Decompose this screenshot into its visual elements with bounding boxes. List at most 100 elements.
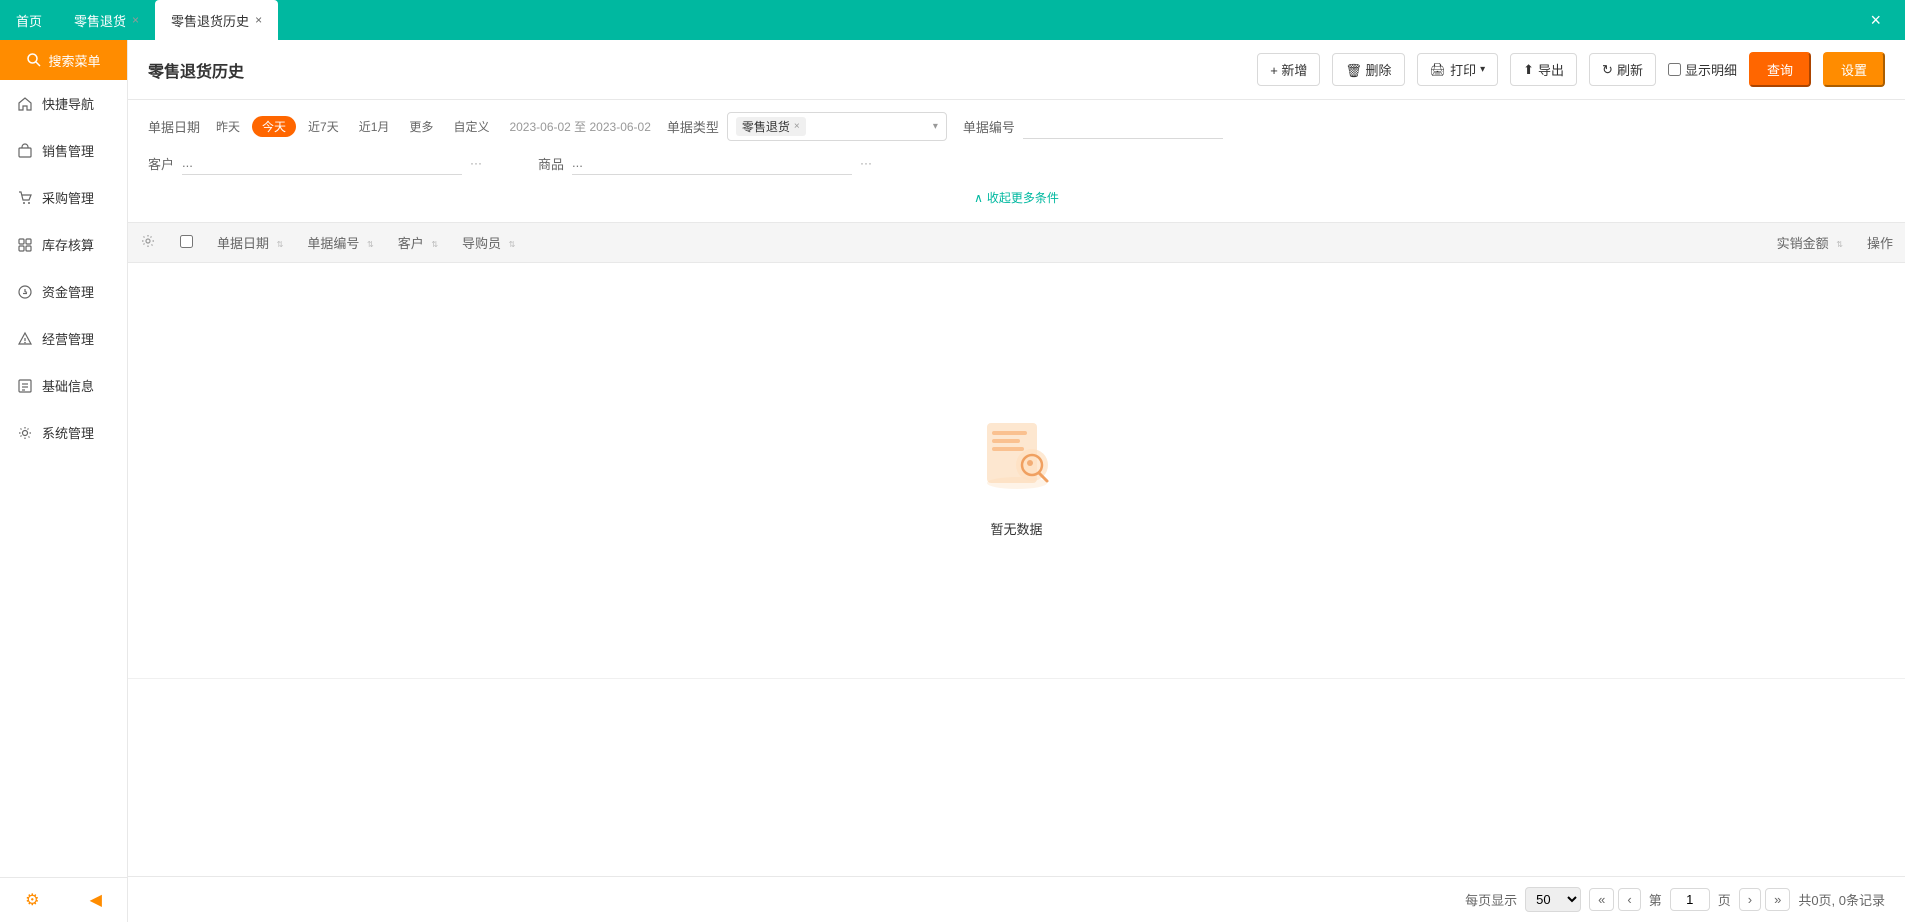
date-btn-custom[interactable]: 自定义 <box>445 116 497 137</box>
window-close-button[interactable]: × <box>1862 10 1889 31</box>
type-tag: 零售退货 × <box>736 117 806 136</box>
goods-ellipsis-icon[interactable]: ··· <box>860 156 872 170</box>
sidebar-search[interactable]: 搜索菜单 <box>0 40 127 80</box>
th-checkbox[interactable] <box>168 223 205 263</box>
th-order-no[interactable]: 单据编号 ⇅ <box>295 223 385 263</box>
export-button[interactable]: ⬆ 导出 <box>1510 53 1577 86</box>
refresh-button[interactable]: ↻ 刷新 <box>1589 53 1656 86</box>
collapse-filter-button[interactable]: ∧ 收起更多条件 <box>962 185 1071 210</box>
th-customer-sort-icon: ⇅ <box>431 240 438 249</box>
operation-icon <box>16 330 34 348</box>
order-num-input[interactable] <box>1023 115 1223 139</box>
table-header-row: 单据日期 ⇅ 单据编号 ⇅ 客户 ⇅ 导购员 ⇅ <box>128 223 1905 263</box>
prev-page-button[interactable]: ‹ <box>1618 888 1640 911</box>
page-header: 零售退货历史 + 新增 🗑 删除 🖨 打印 ▾ ⬆ 导出 ↻ 刷新 <box>128 40 1905 100</box>
goods-filter-label: 商品 <box>538 154 564 173</box>
sidebar-search-label: 搜索菜单 <box>48 51 100 70</box>
date-btn-today[interactable]: 今天 <box>252 116 296 137</box>
type-filter-select[interactable]: 零售退货 × ▾ <box>727 112 947 141</box>
last-page-button[interactable]: » <box>1765 888 1790 911</box>
select-all-checkbox[interactable] <box>180 235 193 248</box>
show-detail-checkbox[interactable] <box>1668 63 1681 76</box>
tab-retail-return-history-close[interactable]: × <box>255 13 262 27</box>
settings-button[interactable]: 设置 <box>1823 52 1885 87</box>
column-settings-icon[interactable] <box>140 233 156 249</box>
per-page-label: 每页显示 <box>1465 890 1517 909</box>
first-page-button[interactable]: « <box>1589 888 1614 911</box>
sidebar-item-basic-info-label: 基础信息 <box>42 376 94 395</box>
tab-retail-return-history[interactable]: 零售退货历史 × <box>155 0 278 40</box>
date-btn-more[interactable]: 更多 <box>401 116 441 137</box>
home-icon <box>16 95 34 113</box>
sidebar-item-finance[interactable]: 资金管理 <box>0 268 127 315</box>
print-label: 打印 <box>1450 60 1476 79</box>
tab-home-label: 首页 <box>16 11 42 30</box>
th-guide-sort-icon: ⇅ <box>509 240 516 249</box>
order-num-filter-label: 单据编号 <box>963 117 1015 136</box>
page-suffix-label: 页 <box>1718 890 1731 909</box>
goods-input[interactable] <box>572 151 852 175</box>
sidebar-item-finance-label: 资金管理 <box>42 282 94 301</box>
tab-retail-return-close[interactable]: × <box>132 13 139 27</box>
print-button[interactable]: 🖨 打印 ▾ <box>1417 53 1499 86</box>
empty-state-text: 暂无数据 <box>990 519 1042 538</box>
sales-icon <box>16 142 34 160</box>
customer-ellipsis-icon[interactable]: ··· <box>470 156 482 170</box>
volume-icon[interactable]: ◀ <box>90 890 102 910</box>
sidebar-item-purchase-mgmt[interactable]: 采购管理 <box>0 174 127 221</box>
th-guide-label: 导购员 <box>462 236 501 251</box>
page-number-input[interactable]: 1 <box>1670 888 1710 911</box>
th-order-no-label: 单据编号 <box>307 236 359 251</box>
date-btn-1month[interactable]: 近1月 <box>351 116 398 137</box>
show-detail-label: 显示明细 <box>1685 60 1737 79</box>
th-action-label: 操作 <box>1867 236 1893 251</box>
settings-icon[interactable]: ⚙ <box>25 890 39 910</box>
sidebar-item-operation[interactable]: 经营管理 <box>0 315 127 362</box>
sidebar-item-quick-nav[interactable]: 快捷导航 <box>0 80 127 127</box>
goods-filter: 商品 ··· <box>538 151 872 175</box>
tab-retail-return-history-label: 零售退货历史 <box>171 11 249 30</box>
sidebar-item-sales-mgmt[interactable]: 销售管理 <box>0 127 127 174</box>
collapse-up-icon: ∧ <box>974 191 983 205</box>
header-actions: + 新增 🗑 删除 🖨 打印 ▾ ⬆ 导出 ↻ 刷新 显示明细 <box>1257 52 1885 87</box>
type-filter-label: 单据类型 <box>667 117 719 136</box>
page-nav: « ‹ 第 1 页 › » <box>1589 888 1790 911</box>
type-tag-label: 零售退货 <box>742 118 790 135</box>
sidebar-item-system-mgmt[interactable]: 系统管理 <box>0 409 127 456</box>
delete-button[interactable]: 🗑 删除 <box>1332 53 1404 86</box>
basic-icon <box>16 377 34 395</box>
sidebar-bottom: ⚙ ◀ <box>0 877 127 922</box>
sidebar-menu: 快捷导航 销售管理 采购管理 库存核算 <box>0 80 127 877</box>
sidebar-item-inventory[interactable]: 库存核算 <box>0 221 127 268</box>
purchase-icon <box>16 189 34 207</box>
tab-home[interactable]: 首页 <box>0 0 58 40</box>
customer-input[interactable] <box>182 151 462 175</box>
top-bar-right: × <box>1862 10 1905 31</box>
empty-state-row: 暂无数据 <box>128 263 1905 679</box>
sidebar-item-basic-info[interactable]: 基础信息 <box>0 362 127 409</box>
new-button[interactable]: + 新增 <box>1257 53 1320 86</box>
customer-filter: 客户 ··· <box>148 151 482 175</box>
show-detail-checkbox-label[interactable]: 显示明细 <box>1668 60 1737 79</box>
th-settings[interactable] <box>128 223 168 263</box>
th-date[interactable]: 单据日期 ⇅ <box>205 223 295 263</box>
th-guide[interactable]: 导购员 ⇅ <box>450 223 527 263</box>
inventory-icon <box>16 236 34 254</box>
th-amount-sort-icon: ⇅ <box>1836 240 1843 249</box>
tab-retail-return-label: 零售退货 <box>74 11 126 30</box>
sidebar-item-system-mgmt-label: 系统管理 <box>42 423 94 442</box>
th-customer[interactable]: 客户 ⇅ <box>386 223 450 263</box>
date-btn-yesterday[interactable]: 昨天 <box>208 116 248 137</box>
next-page-button[interactable]: › <box>1739 888 1761 911</box>
refresh-label: 刷新 <box>1617 60 1643 79</box>
customer-filter-label: 客户 <box>148 154 174 173</box>
empty-state: 暂无数据 <box>128 323 1905 618</box>
date-btn-7days[interactable]: 近7天 <box>300 116 347 137</box>
tab-retail-return[interactable]: 零售退货 × <box>58 0 155 40</box>
th-amount[interactable]: 实销金额 ⇅ <box>1765 223 1855 263</box>
per-page-select[interactable]: 20 50 100 <box>1525 887 1581 912</box>
type-tag-close[interactable]: × <box>794 121 800 132</box>
type-select-arrow-icon: ▾ <box>933 121 938 132</box>
query-button[interactable]: 查询 <box>1749 52 1811 87</box>
export-icon: ⬆ <box>1523 62 1534 78</box>
